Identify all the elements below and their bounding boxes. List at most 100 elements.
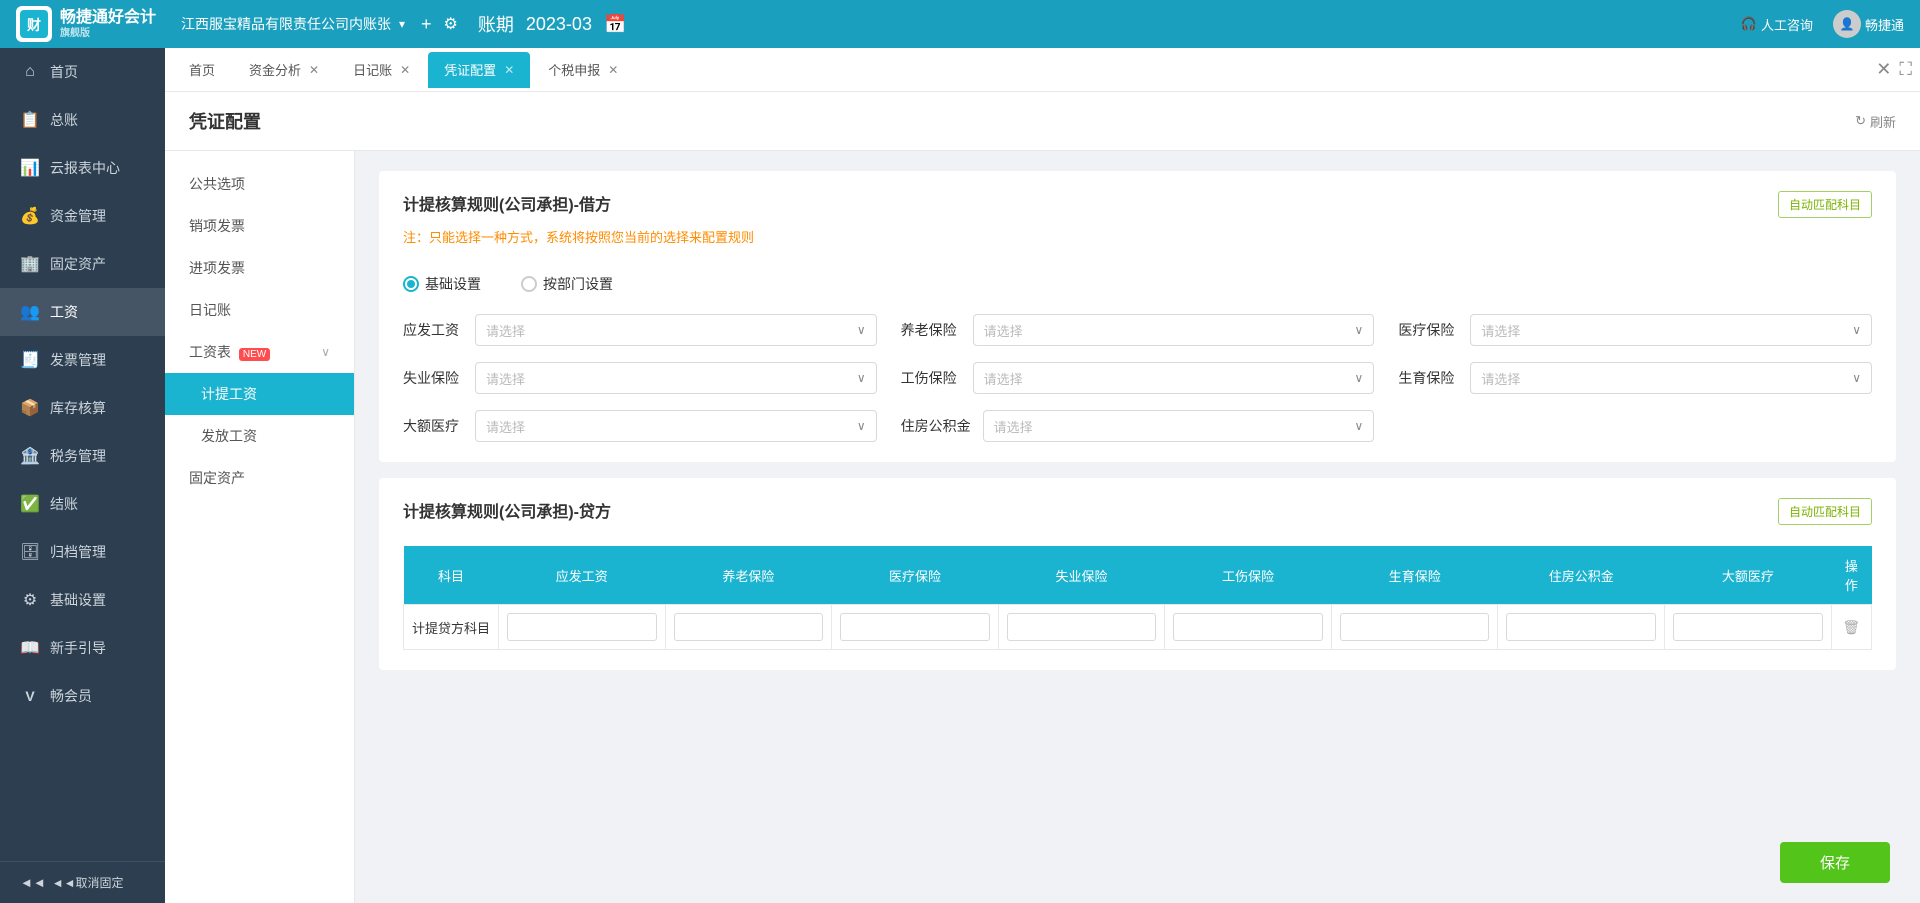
config-main: 计提核算规则(公司承担)-借方 注：只能选择一种方式，系统将按照您当前的选择来配… xyxy=(355,151,1920,903)
td-injury-input[interactable] xyxy=(1173,613,1323,641)
sidebar-item-settings[interactable]: ⚙ 基础设置 xyxy=(0,576,165,624)
user-service[interactable]: 🎧 人工咨询 xyxy=(1741,15,1813,34)
salary-icon: 👥 xyxy=(20,302,40,322)
select-unemployment[interactable]: 请选择 ∨ xyxy=(475,362,877,394)
sidebar-label-vip: 畅会员 xyxy=(50,686,92,706)
headset-icon: 🎧 xyxy=(1741,16,1757,32)
sidebar-item-ledger[interactable]: 📋 总账 xyxy=(0,96,165,144)
leftnav-purchase[interactable]: 进项发票 xyxy=(165,247,354,289)
leftnav-journal[interactable]: 日记账 xyxy=(165,289,354,331)
sidebar-item-guide[interactable]: 📖 新手引导 xyxy=(0,624,165,672)
leftnav-sales[interactable]: 销项发票 xyxy=(165,205,354,247)
label-unemployment: 失业保险 xyxy=(403,368,463,388)
radio-department[interactable]: 按部门设置 xyxy=(521,274,613,294)
credit-auto-match-button[interactable]: 自动匹配科目 xyxy=(1778,498,1872,525)
select-birth[interactable]: 请选择 ∨ xyxy=(1470,362,1872,394)
select-housing-chevron: ∨ xyxy=(1355,419,1364,433)
sidebar-item-tax[interactable]: 🏦 税务管理 xyxy=(0,432,165,480)
sidebar-label-salary: 工资 xyxy=(50,302,78,322)
logo-text: 畅捷通好会计 旗舰版 xyxy=(60,8,156,39)
sidebar-item-inventory[interactable]: 📦 库存核算 xyxy=(0,384,165,432)
sidebar-item-capital[interactable]: 💰 资金管理 xyxy=(0,192,165,240)
calendar-icon[interactable]: 📅 xyxy=(604,14,626,35)
select-injury[interactable]: 请选择 ∨ xyxy=(973,362,1375,394)
user-profile[interactable]: 👤 畅捷通 xyxy=(1833,10,1904,38)
tab-journal-close[interactable]: ✕ xyxy=(400,63,410,77)
leftnav-salary-pay[interactable]: 发放工资 xyxy=(165,415,354,457)
invoice-icon: 🧾 xyxy=(20,350,40,370)
label-medical: 医疗保险 xyxy=(1398,320,1458,340)
tab-maximize-icon[interactable]: ⛶ xyxy=(1899,59,1912,80)
select-large-medical-chevron: ∨ xyxy=(857,419,866,433)
debit-section-header: 计提核算规则(公司承担)-借方 注：只能选择一种方式，系统将按照您当前的选择来配… xyxy=(403,191,1872,262)
td-birth-input[interactable] xyxy=(1340,613,1490,641)
logo-icon: 财 xyxy=(16,6,52,42)
label-birth: 生育保险 xyxy=(1398,368,1458,388)
company-dropdown-icon[interactable]: ▾ xyxy=(399,17,405,31)
field-medical: 医疗保险 请选择 ∨ xyxy=(1398,314,1872,346)
leftnav-salary-table[interactable]: 工资表 NEW ∨ xyxy=(165,331,354,373)
svg-text:财: 财 xyxy=(26,17,41,33)
settings-icon[interactable]: ⚙ xyxy=(444,14,458,34)
leftnav-fixed-assets[interactable]: 固定资产 xyxy=(165,457,354,499)
select-large-medical-placeholder: 请选择 xyxy=(486,417,525,436)
td-housing-input[interactable] xyxy=(1506,613,1656,641)
tab-close-window-icon[interactable]: ✕ xyxy=(1876,59,1891,80)
save-button[interactable]: 保存 xyxy=(1780,842,1890,883)
select-medical[interactable]: 请选择 ∨ xyxy=(1470,314,1872,346)
credit-table: 科目 应发工资 养老保险 医疗保险 失业保险 工伤保险 生育保险 住房公积金 大… xyxy=(403,546,1872,650)
select-pension-placeholder: 请选择 xyxy=(984,321,1023,340)
sidebar-item-vip[interactable]: V 畅会员 xyxy=(0,672,165,720)
debit-auto-match-button[interactable]: 自动匹配科目 xyxy=(1778,191,1872,218)
tab-voucher-close[interactable]: ✕ xyxy=(504,63,514,77)
tab-tax[interactable]: 个税申报 ✕ xyxy=(532,52,634,88)
select-medical-placeholder: 请选择 xyxy=(1481,321,1520,340)
tab-home[interactable]: 首页 xyxy=(173,52,231,88)
sidebar-label-invoice: 发票管理 xyxy=(50,350,106,370)
sidebar-item-archive[interactable]: 🗄 归档管理 xyxy=(0,528,165,576)
sidebar-item-home[interactable]: ⌂ 首页 xyxy=(0,48,165,96)
sidebar-item-salary[interactable]: 👥 工资 xyxy=(0,288,165,336)
tab-capital[interactable]: 资金分析 ✕ xyxy=(233,52,335,88)
tab-voucher[interactable]: 凭证配置 ✕ xyxy=(428,52,530,88)
cancel-pin-icon: ◄◄ xyxy=(20,875,46,890)
sidebar-label-assets: 固定资产 xyxy=(50,254,106,274)
radio-basic-indicator xyxy=(403,276,419,292)
add-icon[interactable]: + xyxy=(421,14,432,35)
tab-tax-close[interactable]: ✕ xyxy=(608,63,618,77)
sidebar-item-invoice[interactable]: 🧾 发票管理 xyxy=(0,336,165,384)
home-icon: ⌂ xyxy=(20,63,40,81)
select-pension[interactable]: 请选择 ∨ xyxy=(973,314,1375,346)
cancel-pin[interactable]: ◄◄ ◄◄取消固定 xyxy=(0,861,165,903)
sidebar-item-checkout[interactable]: ✅ 结账 xyxy=(0,480,165,528)
tab-capital-close[interactable]: ✕ xyxy=(309,63,319,77)
td-unemployment-input[interactable] xyxy=(1007,613,1157,641)
leftnav-public[interactable]: 公共选项 xyxy=(165,163,354,205)
service-label: 人工咨询 xyxy=(1761,15,1813,34)
td-large-medical-input[interactable] xyxy=(1673,613,1823,641)
select-salary[interactable]: 请选择 ∨ xyxy=(475,314,877,346)
credit-section-header: 计提核算规则(公司承担)-贷方 自动匹配科目 xyxy=(403,498,1872,534)
radio-basic[interactable]: 基础设置 xyxy=(403,274,481,294)
td-salary-input[interactable] xyxy=(507,613,657,641)
page-header: 凭证配置 ↻ 刷新 xyxy=(165,92,1920,151)
label-large-medical: 大额医疗 xyxy=(403,416,463,436)
select-large-medical[interactable]: 请选择 ∨ xyxy=(475,410,877,442)
company-selector[interactable]: 江西服宝精品有限责任公司内账张 ▾ xyxy=(181,14,405,34)
td-pension-input[interactable] xyxy=(674,613,824,641)
tab-journal[interactable]: 日记账 ✕ xyxy=(337,52,426,88)
sidebar-item-reports[interactable]: 📊 云报表中心 xyxy=(0,144,165,192)
salary-table-chevron: ∨ xyxy=(321,345,330,359)
refresh-button[interactable]: ↻ 刷新 xyxy=(1855,112,1896,131)
sidebar-item-assets[interactable]: 🏢 固定资产 xyxy=(0,240,165,288)
field-birth: 生育保险 请选择 ∨ xyxy=(1398,362,1872,394)
topbar-actions: + ⚙ 账期 2023-03 📅 xyxy=(421,11,626,37)
radio-group: 基础设置 按部门设置 xyxy=(403,274,1872,294)
select-housing[interactable]: 请选择 ∨ xyxy=(983,410,1375,442)
sidebar-label-checkout: 结账 xyxy=(50,494,78,514)
select-pension-chevron: ∨ xyxy=(1355,323,1364,337)
left-nav: 公共选项 销项发票 进项发票 日记账 工资表 NEW ∨ 计提工资 发放工资 固… xyxy=(165,151,355,903)
delete-row-icon[interactable]: 🗑 xyxy=(1842,619,1860,635)
leftnav-salary-calc[interactable]: 计提工资 xyxy=(165,373,354,415)
td-medical-input[interactable] xyxy=(840,613,990,641)
